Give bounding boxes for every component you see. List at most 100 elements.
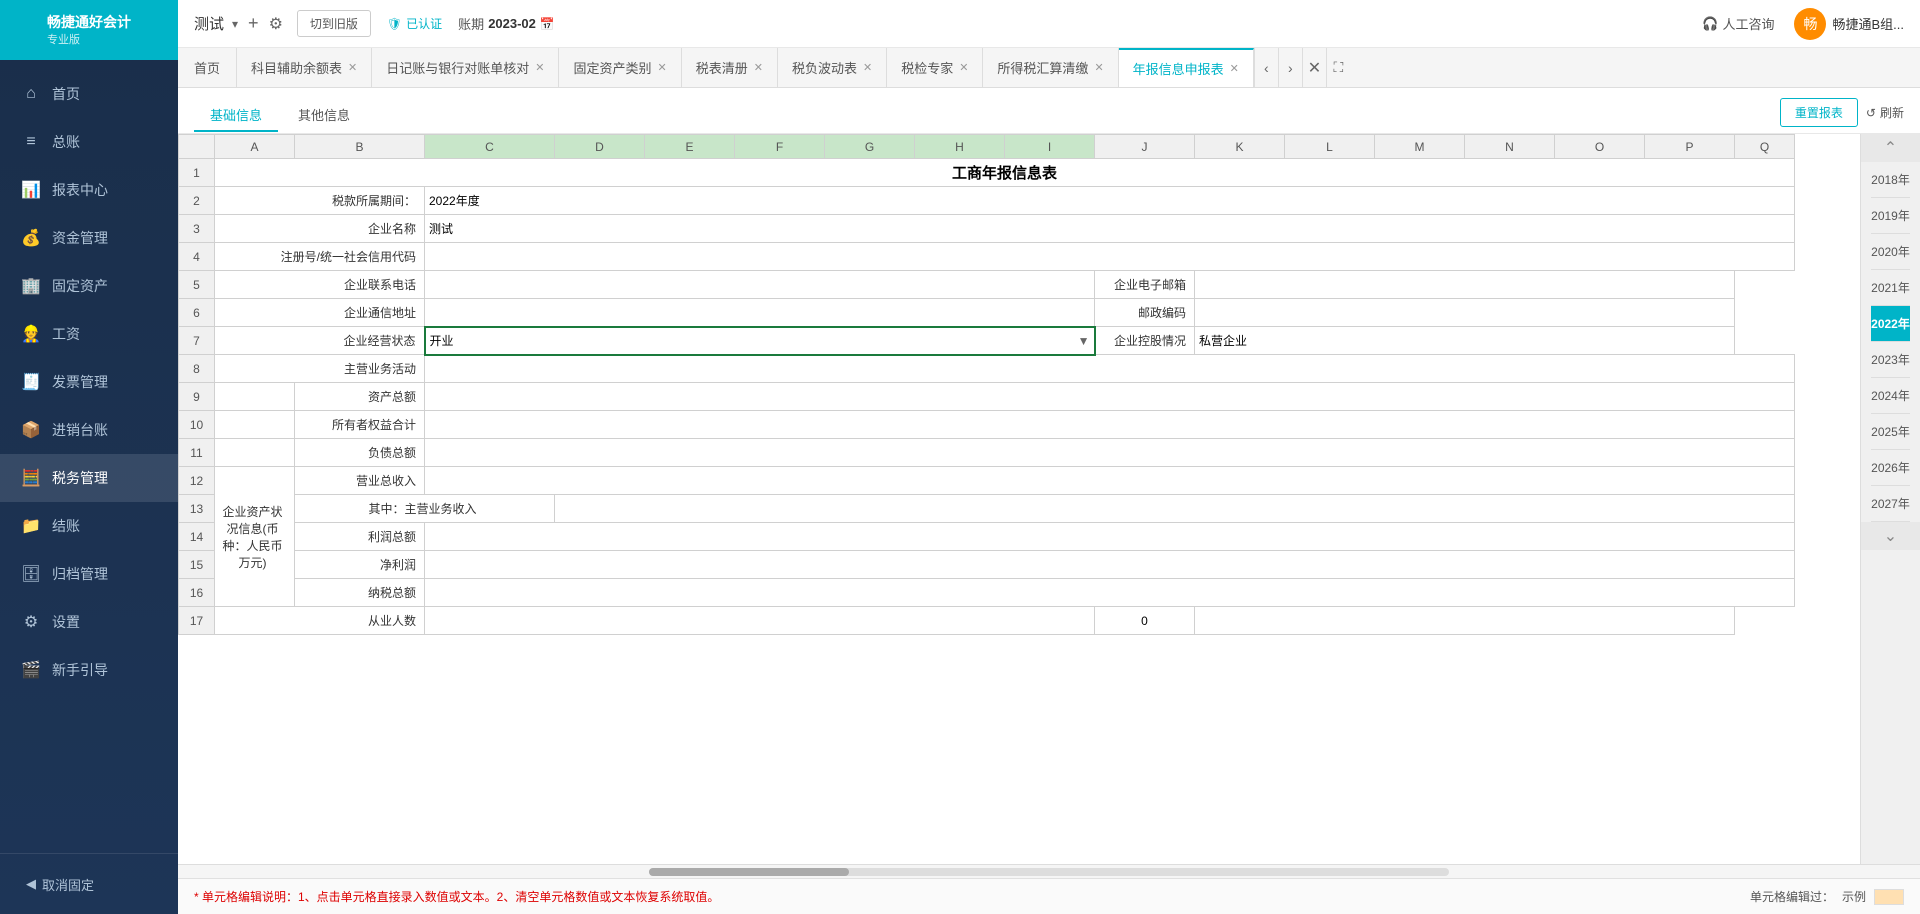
col-header-h[interactable]: H bbox=[915, 135, 1005, 159]
sidebar-item-结账[interactable]: 📁结账 bbox=[0, 502, 178, 550]
sidebar-item-新手引导[interactable]: 🎬新手引导 bbox=[0, 646, 178, 694]
col-header-n[interactable]: N bbox=[1465, 135, 1555, 159]
nav-label: 设置 bbox=[52, 612, 80, 632]
tabs-close-all-button[interactable]: ✕ bbox=[1302, 48, 1326, 88]
year-item-2023年[interactable]: 2023年 bbox=[1871, 342, 1910, 378]
biz-status-dropdown[interactable]: 开业▼ bbox=[425, 327, 1095, 355]
help-button[interactable]: 🎧 人工咨询 bbox=[1698, 14, 1774, 33]
year-scroll-up-button[interactable]: ⌃ bbox=[1861, 134, 1920, 162]
holding-value[interactable]: 私营企业 bbox=[1195, 327, 1735, 355]
sidebar-item-总账[interactable]: ≡总账 bbox=[0, 118, 178, 166]
sidebar-item-进销台账[interactable]: 📦进销台账 bbox=[0, 406, 178, 454]
settings-icon[interactable]: ⚙ bbox=[269, 14, 283, 34]
tab-close-icon[interactable]: ✕ bbox=[863, 61, 872, 74]
address-value[interactable] bbox=[425, 299, 1095, 327]
year-scroll-down-button[interactable]: ⌄ bbox=[1861, 522, 1920, 550]
col-header-p[interactable]: P bbox=[1645, 135, 1735, 159]
col-header-i[interactable]: I bbox=[1005, 135, 1095, 159]
add-workspace-icon[interactable]: + bbox=[248, 13, 259, 34]
tab-close-icon[interactable]: ✕ bbox=[754, 61, 763, 74]
tab-税负波动表[interactable]: 税负波动表✕ bbox=[778, 48, 887, 88]
col-header-c[interactable]: C bbox=[425, 135, 555, 159]
tab-年报信息申报表[interactable]: 年报信息申报表✕ bbox=[1119, 48, 1254, 88]
cancel-fixed-button[interactable]: ◀ 取消固定 bbox=[0, 864, 178, 904]
tab-税表清册[interactable]: 税表清册✕ bbox=[682, 48, 778, 88]
year-item-2019年[interactable]: 2019年 bbox=[1871, 198, 1910, 234]
year-item-2022年[interactable]: 2022年 bbox=[1871, 306, 1910, 342]
tab-所得税汇算清缴[interactable]: 所得税汇算清缴✕ bbox=[983, 48, 1118, 88]
workspace-dropdown-icon[interactable]: ▾ bbox=[232, 17, 238, 31]
tab-科目辅助余额表[interactable]: 科目辅助余额表✕ bbox=[237, 48, 372, 88]
col-header-f[interactable]: F bbox=[735, 135, 825, 159]
tab-close-icon[interactable]: ✕ bbox=[1230, 62, 1239, 75]
sidebar-item-发票管理[interactable]: 🧾发票管理 bbox=[0, 358, 178, 406]
tab-税检专家[interactable]: 税检专家✕ bbox=[887, 48, 983, 88]
col-header-b[interactable]: B bbox=[295, 135, 425, 159]
liabilities-value[interactable] bbox=[425, 439, 1795, 467]
col-header-e[interactable]: E bbox=[645, 135, 735, 159]
employee-value-rest[interactable] bbox=[1195, 607, 1735, 635]
tab-日记账与银行对账单核对[interactable]: 日记账与银行对账单核对✕ bbox=[372, 48, 559, 88]
reg-no-value[interactable] bbox=[425, 243, 1795, 271]
calendar-icon[interactable]: 📅 bbox=[540, 17, 555, 31]
main-revenue-value[interactable] bbox=[555, 495, 1795, 523]
main-biz-value[interactable] bbox=[425, 355, 1795, 383]
switch-version-button[interactable]: 切到旧版 bbox=[297, 10, 371, 37]
col-header-o[interactable]: O bbox=[1555, 135, 1645, 159]
spreadsheet-table-wrap[interactable]: A B C D E F G H I J K L M bbox=[178, 134, 1860, 864]
year-item-2025年[interactable]: 2025年 bbox=[1871, 414, 1910, 450]
sidebar-item-工资[interactable]: 👷工资 bbox=[0, 310, 178, 358]
year-item-2020年[interactable]: 2020年 bbox=[1871, 234, 1910, 270]
reset-report-button[interactable]: 重置报表 bbox=[1780, 98, 1858, 127]
net-profit-value[interactable] bbox=[425, 551, 1795, 579]
tab-固定资产类别[interactable]: 固定资产类别✕ bbox=[559, 48, 681, 88]
year-item-2026年[interactable]: 2026年 bbox=[1871, 450, 1910, 486]
tabs-prev-button[interactable]: ‹ bbox=[1254, 48, 1278, 88]
employee-value-right[interactable]: 0 bbox=[1095, 607, 1195, 635]
tab-close-icon[interactable]: ✕ bbox=[959, 61, 968, 74]
tab-close-icon[interactable]: ✕ bbox=[658, 61, 667, 74]
sidebar-item-税务管理[interactable]: 🧮税务管理 bbox=[0, 454, 178, 502]
year-item-2024年[interactable]: 2024年 bbox=[1871, 378, 1910, 414]
tab-close-icon[interactable]: ✕ bbox=[348, 61, 357, 74]
user-menu[interactable]: 畅 畅捷通B组... bbox=[1794, 8, 1904, 40]
horizontal-scroll-area[interactable] bbox=[178, 864, 1920, 878]
year-item-2018年[interactable]: 2018年 bbox=[1871, 162, 1910, 198]
tabs-next-button[interactable]: › bbox=[1278, 48, 1302, 88]
col-header-l[interactable]: L bbox=[1285, 135, 1375, 159]
sidebar-item-资金管理[interactable]: 💰资金管理 bbox=[0, 214, 178, 262]
col-header-q[interactable]: Q bbox=[1735, 135, 1795, 159]
equity-value[interactable] bbox=[425, 411, 1795, 439]
revenue-total-value[interactable] bbox=[425, 467, 1795, 495]
col-header-g[interactable]: G bbox=[825, 135, 915, 159]
asset-total-value[interactable] bbox=[425, 383, 1795, 411]
sidebar-item-设置[interactable]: ⚙设置 bbox=[0, 598, 178, 646]
tax-total-value[interactable] bbox=[425, 579, 1795, 607]
tabs-expand-button[interactable]: ⛶ bbox=[1326, 48, 1350, 88]
sidebar-item-归档管理[interactable]: 🗄归档管理 bbox=[0, 550, 178, 598]
col-header-j[interactable]: J bbox=[1095, 135, 1195, 159]
dropdown-arrow-icon[interactable]: ▼ bbox=[1078, 334, 1090, 348]
tab-close-icon[interactable]: ✕ bbox=[1094, 61, 1103, 74]
tab-close-icon[interactable]: ✕ bbox=[535, 61, 544, 74]
col-header-a[interactable]: A bbox=[215, 135, 295, 159]
sidebar-item-报表中心[interactable]: 📊报表中心 bbox=[0, 166, 178, 214]
period-value-cell[interactable]: 2022年度 bbox=[425, 187, 1795, 215]
sub-tab-基础信息[interactable]: 基础信息 bbox=[194, 99, 278, 132]
postcode-value[interactable] bbox=[1195, 299, 1735, 327]
year-item-2027年[interactable]: 2027年 bbox=[1871, 486, 1910, 522]
tel-value[interactable] bbox=[425, 271, 1095, 299]
employee-value-left[interactable] bbox=[425, 607, 1095, 635]
sidebar-item-固定资产[interactable]: 🏢固定资产 bbox=[0, 262, 178, 310]
profit-total-value[interactable] bbox=[425, 523, 1795, 551]
col-header-m[interactable]: M bbox=[1375, 135, 1465, 159]
refresh-button[interactable]: ↺ 刷新 bbox=[1866, 104, 1904, 121]
company-name-value[interactable]: 测试 bbox=[425, 215, 1795, 243]
col-header-d[interactable]: D bbox=[555, 135, 645, 159]
email-value[interactable] bbox=[1195, 271, 1735, 299]
col-header-k[interactable]: K bbox=[1195, 135, 1285, 159]
sub-tab-其他信息[interactable]: 其他信息 bbox=[282, 99, 366, 132]
sidebar-item-首页[interactable]: ⌂首页 bbox=[0, 70, 178, 118]
year-item-2021年[interactable]: 2021年 bbox=[1871, 270, 1910, 306]
tab-首页[interactable]: 首页 bbox=[178, 48, 237, 88]
